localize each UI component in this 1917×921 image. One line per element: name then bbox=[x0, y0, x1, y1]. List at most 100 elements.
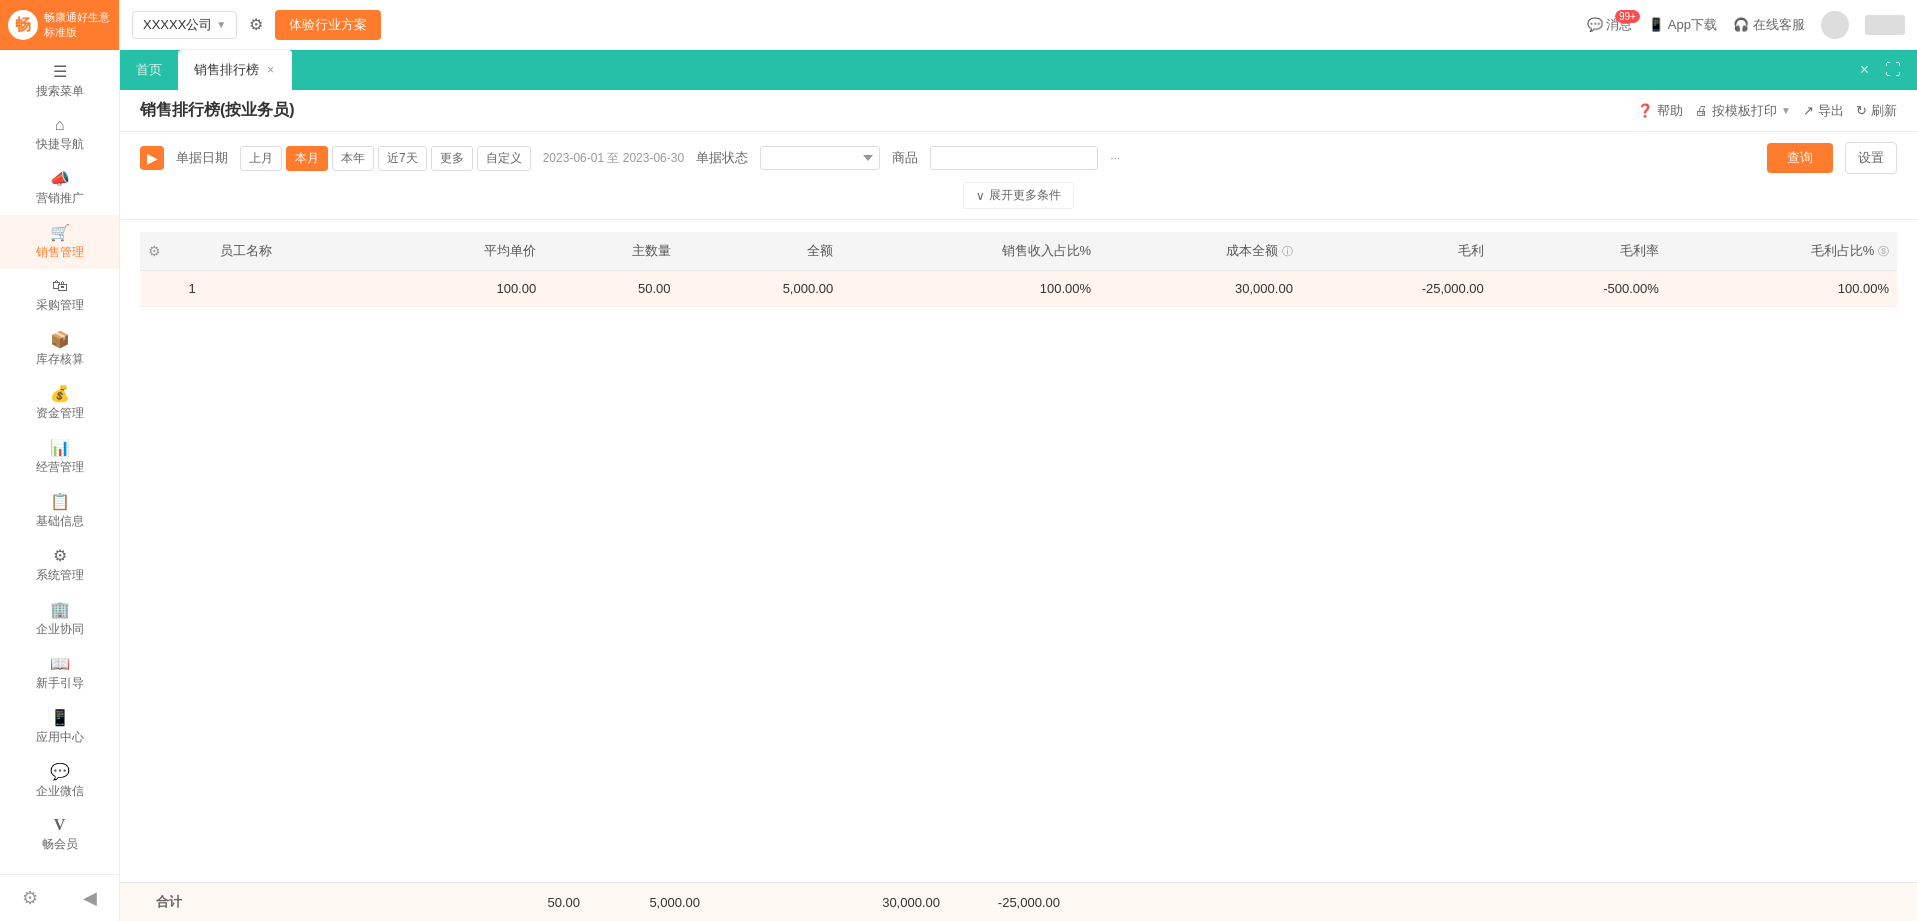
sidebar-item-guide[interactable]: 📖 新手引导 bbox=[0, 646, 119, 700]
sidebar-item-inventory[interactable]: 📦 库存核算 bbox=[0, 322, 119, 376]
sidebar-collapse-btn[interactable]: ◀ bbox=[75, 883, 105, 913]
logo-text: 畅康通好生意 标准版 bbox=[44, 10, 110, 41]
message-btn[interactable]: 💬 消息 99+ bbox=[1587, 16, 1632, 34]
avatar[interactable] bbox=[1821, 11, 1849, 39]
sidebar-item-search[interactable]: ☰ 搜索菜单 bbox=[0, 54, 119, 108]
sidebar-item-sales[interactable]: 🛒 销售管理 bbox=[0, 215, 119, 269]
date-range-display: 2023-06-01 至 2023-06-30 bbox=[543, 150, 684, 167]
query-btn[interactable]: 查询 bbox=[1767, 143, 1833, 173]
sidebar-item-system[interactable]: ⚙ 系统管理 bbox=[0, 538, 119, 592]
status-filter-label: 单据状态 bbox=[696, 149, 748, 167]
tab-sales-rank[interactable]: 销售排行榜 × bbox=[178, 50, 292, 90]
home-icon: ⌂ bbox=[55, 116, 65, 134]
footer-cost-amount: 30,000.00 bbox=[828, 895, 948, 910]
this-year-btn[interactable]: 本年 bbox=[332, 146, 374, 171]
operations-icon: 📊 bbox=[50, 438, 70, 457]
sidebar-item-label: 基础信息 bbox=[36, 513, 84, 530]
custom-date-btn[interactable]: 自定义 bbox=[477, 146, 531, 171]
filter-expand-btn[interactable]: ▶ bbox=[140, 146, 164, 170]
sidebar-item-purchase[interactable]: 🛍 采购管理 bbox=[0, 269, 119, 322]
sidebar-item-label: 营销推广 bbox=[36, 190, 84, 207]
print-btn[interactable]: 🖨 按模板打印 ▼ bbox=[1695, 102, 1791, 120]
sidebar-item-basic-info[interactable]: 📋 基础信息 bbox=[0, 484, 119, 538]
last-7-days-btn[interactable]: 近7天 bbox=[378, 146, 427, 171]
more-filters-btn[interactable]: ··· bbox=[1110, 151, 1120, 165]
page-actions: ❓ 帮助 🖨 按模板打印 ▼ ↗ 导出 ↻ 刷新 bbox=[1637, 102, 1897, 120]
table-header-row: ⚙ 员工名称 平均单价 主数量 全额 销售收入占比% 成本全额 ⓘ 毛利 bbox=[140, 232, 1897, 271]
goods-filter-input[interactable] bbox=[930, 146, 1098, 170]
sales-icon: 🛒 bbox=[50, 223, 70, 242]
col-cost-amount: 成本全额 ⓘ bbox=[1099, 232, 1301, 271]
row-employee bbox=[212, 271, 378, 307]
refresh-icon: ↻ bbox=[1856, 103, 1867, 118]
message-icon: 💬 bbox=[1587, 17, 1603, 32]
sidebar: 畅 畅康通好生意 标准版 ☰ 搜索菜单 ⌂ 快捷导航 📣 营销推广 🛒 销售管理… bbox=[0, 0, 120, 921]
row-qty: 50.00 bbox=[544, 271, 678, 307]
page-title: 销售排行榜(按业务员) bbox=[140, 100, 295, 121]
row-cost-amount: 30,000.00 bbox=[1099, 271, 1301, 307]
tab-home[interactable]: 首页 bbox=[120, 50, 178, 90]
col-amount: 全额 bbox=[679, 232, 842, 271]
tab-close-icon[interactable]: × bbox=[265, 63, 276, 77]
sidebar-item-member[interactable]: V 畅会员 bbox=[0, 808, 119, 861]
refresh-btn[interactable]: ↻ 刷新 bbox=[1856, 102, 1897, 120]
trial-btn[interactable]: 体验行业方案 bbox=[275, 10, 381, 40]
more-date-btn[interactable]: 更多 bbox=[431, 146, 473, 171]
app-download-label: App下载 bbox=[1668, 16, 1717, 34]
system-icon: ⚙ bbox=[53, 546, 67, 565]
filter-row-main: ▶ 单据日期 上月 本月 本年 近7天 更多 自定义 2023-06-01 至 … bbox=[140, 142, 1897, 174]
sidebar-item-operations[interactable]: 📊 经营管理 bbox=[0, 430, 119, 484]
status-filter-select[interactable] bbox=[760, 146, 880, 170]
this-month-btn[interactable]: 本月 bbox=[286, 146, 328, 171]
headset-icon: 🎧 bbox=[1733, 17, 1749, 32]
col-avg-price: 平均单价 bbox=[378, 232, 544, 271]
page-content: 销售排行榜(按业务员) ❓ 帮助 🖨 按模板打印 ▼ ↗ 导出 ↻ 刷新 bbox=[120, 90, 1917, 921]
page-header: 销售排行榜(按业务员) ❓ 帮助 🖨 按模板打印 ▼ ↗ 导出 ↻ 刷新 bbox=[120, 90, 1917, 132]
app-download-btn[interactable]: 📱 App下载 bbox=[1648, 16, 1717, 34]
expand-more-btn[interactable]: ∨ 展开更多条件 bbox=[963, 182, 1074, 209]
sidebar-item-wechat[interactable]: 💬 企业微信 bbox=[0, 754, 119, 808]
tab-bar: 首页 销售排行榜 × × ⛶ bbox=[120, 50, 1917, 90]
sidebar-item-finance[interactable]: 💰 资金管理 bbox=[0, 376, 119, 430]
export-label: 导出 bbox=[1818, 102, 1844, 120]
footer-gross-profit: -25,000.00 bbox=[948, 895, 1068, 910]
message-badge: 99+ bbox=[1615, 10, 1640, 23]
search-icon: ☰ bbox=[53, 62, 67, 81]
col-settings: ⚙ bbox=[140, 232, 172, 271]
sidebar-item-label: 新手引导 bbox=[36, 675, 84, 692]
wechat-icon: 💬 bbox=[50, 762, 70, 781]
table-footer: 合计 50.00 5,000.00 30,000.00 -25,000.00 bbox=[120, 882, 1917, 921]
sidebar-item-quick-nav[interactable]: ⌂ 快捷导航 bbox=[0, 108, 119, 161]
sidebar-nav: ☰ 搜索菜单 ⌂ 快捷导航 📣 营销推广 🛒 销售管理 🛍 采购管理 📦 库存核… bbox=[0, 50, 119, 874]
row-avg-price: 100.00 bbox=[378, 271, 544, 307]
sidebar-item-app-center[interactable]: 📱 应用中心 bbox=[0, 700, 119, 754]
export-btn[interactable]: ↗ 导出 bbox=[1803, 102, 1844, 120]
online-service-btn[interactable]: 🎧 在线客服 bbox=[1733, 16, 1805, 34]
col-gross-margin: 毛利率 bbox=[1492, 232, 1667, 271]
sidebar-item-label: 应用中心 bbox=[36, 729, 84, 746]
column-settings-icon[interactable]: ⚙ bbox=[148, 243, 161, 259]
col-sales-pct: 销售收入占比% bbox=[841, 232, 1099, 271]
top-bar: XXXXX公司 ▼ ⚙ 体验行业方案 💬 消息 99+ 📱 App下载 🎧 在线… bbox=[120, 0, 1917, 50]
expand-down-icon: ∨ bbox=[976, 189, 985, 203]
footer-amount: 5,000.00 bbox=[588, 895, 708, 910]
sidebar-item-label: 系统管理 bbox=[36, 567, 84, 584]
topbar-settings-btn[interactable]: ⚙ bbox=[245, 11, 267, 38]
data-table: ⚙ 员工名称 平均单价 主数量 全额 销售收入占比% 成本全额 ⓘ 毛利 bbox=[140, 232, 1897, 307]
col-qty: 主数量 bbox=[544, 232, 678, 271]
sidebar-item-enterprise[interactable]: 🏢 企业协同 bbox=[0, 592, 119, 646]
help-btn[interactable]: ❓ 帮助 bbox=[1637, 102, 1683, 120]
row-rank: 1 bbox=[172, 271, 212, 307]
window-close-btn[interactable]: × bbox=[1856, 57, 1873, 83]
gross-pct-info-icon: ⓢ bbox=[1878, 245, 1889, 257]
sidebar-item-label: 销售管理 bbox=[36, 244, 84, 261]
export-icon: ↗ bbox=[1803, 103, 1814, 118]
company-selector[interactable]: XXXXX公司 ▼ bbox=[132, 11, 237, 39]
sidebar-settings-btn[interactable]: ⚙ bbox=[14, 883, 46, 913]
filter-settings-btn[interactable]: 设置 bbox=[1845, 142, 1897, 174]
app-center-icon: 📱 bbox=[50, 708, 70, 727]
col-employee: 员工名称 bbox=[212, 232, 378, 271]
sidebar-item-marketing[interactable]: 📣 营销推广 bbox=[0, 161, 119, 215]
window-expand-btn[interactable]: ⛶ bbox=[1881, 57, 1905, 83]
prev-month-btn[interactable]: 上月 bbox=[240, 146, 282, 171]
